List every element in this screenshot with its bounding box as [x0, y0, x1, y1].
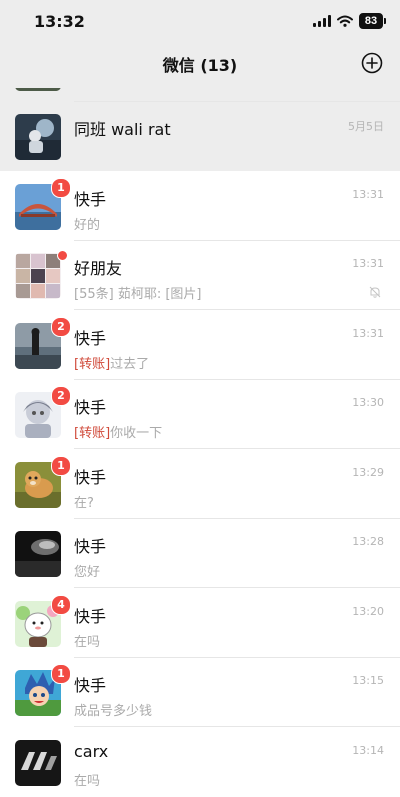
- battery-icon: 83: [359, 13, 383, 29]
- chat-name: 快手: [74, 468, 107, 487]
- transfer-tag: [转账]: [74, 357, 111, 372]
- chat-name: 快手: [74, 537, 107, 556]
- chat-preview: [转账]你收一下: [74, 422, 162, 441]
- chat-row[interactable]: 好朋友 [55条] 茹柯耶: [图片] 13:31: [0, 241, 400, 310]
- chat-preview: 在吗: [74, 635, 101, 650]
- battery-tip: [384, 18, 386, 24]
- chat-row[interactable]: 快手 您好 13:28: [0, 519, 400, 588]
- chat-time: 13:31: [352, 257, 384, 270]
- chat-name: 同班 wali rat: [74, 120, 171, 139]
- unread-badge: 1: [51, 664, 71, 684]
- unread-dot: [57, 250, 68, 261]
- chat-preview: 在?: [74, 496, 94, 511]
- status-time: 13:32: [34, 12, 85, 31]
- chat-preview-text: 你收一下: [110, 426, 163, 441]
- chat-row[interactable]: 同班 wali rat 5月5日: [0, 102, 400, 171]
- unread-badge: 1: [51, 178, 71, 198]
- chat-name: 快手: [74, 607, 107, 626]
- chat-time: 13:28: [352, 535, 384, 548]
- chat-preview: [55条] 茹柯耶: [图片]: [74, 287, 202, 302]
- chat-row[interactable]: 1 快手 成品号多少钱 13:15: [0, 658, 400, 727]
- chat-avatar: [15, 531, 61, 577]
- top-bar: 13:32 83 微信 (13): [0, 0, 400, 88]
- chat-preview: 在吗: [74, 774, 101, 789]
- chat-time: 13:14: [352, 744, 384, 757]
- chat-avatar: [15, 740, 61, 786]
- row-divider: [74, 726, 400, 727]
- row-divider: [74, 448, 400, 449]
- chat-name: 好朋友: [74, 259, 123, 278]
- chat-row[interactable]: carx 在吗 13:14: [0, 728, 400, 797]
- chat-preview: 您好: [74, 565, 101, 580]
- signal-icon: [313, 15, 331, 27]
- chat-name: 快手: [74, 329, 107, 348]
- chat-time: 13:29: [352, 466, 384, 479]
- transfer-tag: [转账]: [74, 426, 111, 441]
- chat-avatar: [15, 114, 61, 160]
- chat-row[interactable]: 4 快手 在吗 13:20: [0, 589, 400, 658]
- wifi-icon: [337, 15, 353, 27]
- chat-avatar: [15, 253, 61, 299]
- chat-name: carx: [74, 742, 109, 761]
- unread-badge: 1: [51, 456, 71, 476]
- row-divider: [74, 309, 400, 310]
- chat-row[interactable]: 1 快手 在? 13:29: [0, 450, 400, 519]
- status-icons: 83: [313, 12, 386, 30]
- chat-name: 快手: [74, 190, 107, 209]
- chat-time: 13:30: [352, 396, 384, 409]
- chat-time: 5月5日: [348, 120, 384, 133]
- chat-time: 13:31: [352, 188, 384, 201]
- chat-preview-text: 过去了: [110, 357, 150, 372]
- row-divider: [74, 587, 400, 588]
- chat-time: 13:20: [352, 605, 384, 618]
- chat-preview: 好的: [74, 218, 101, 233]
- chat-row[interactable]: 2 快手 [转账]过去了 13:31: [0, 311, 400, 380]
- chat-name: 快手: [74, 398, 107, 417]
- unread-badge: 2: [51, 317, 71, 337]
- chat-preview: 成品号多少钱: [74, 704, 153, 719]
- chat-time: 13:15: [352, 674, 384, 687]
- unread-badge: 2: [51, 386, 71, 406]
- unread-badge: 4: [51, 595, 71, 615]
- page-title: 微信 (13): [162, 56, 238, 75]
- mute-bell-icon: [369, 286, 381, 298]
- add-plus-icon[interactable]: [361, 52, 383, 74]
- chat-time: 13:31: [352, 327, 384, 340]
- chat-name: 快手: [74, 676, 107, 695]
- chat-row[interactable]: 2 快手 [转账]你收一下 13:30: [0, 380, 400, 449]
- chat-row[interactable]: 1 快手 好的 13:31: [0, 172, 400, 241]
- chat-preview: [转账]过去了: [74, 353, 149, 372]
